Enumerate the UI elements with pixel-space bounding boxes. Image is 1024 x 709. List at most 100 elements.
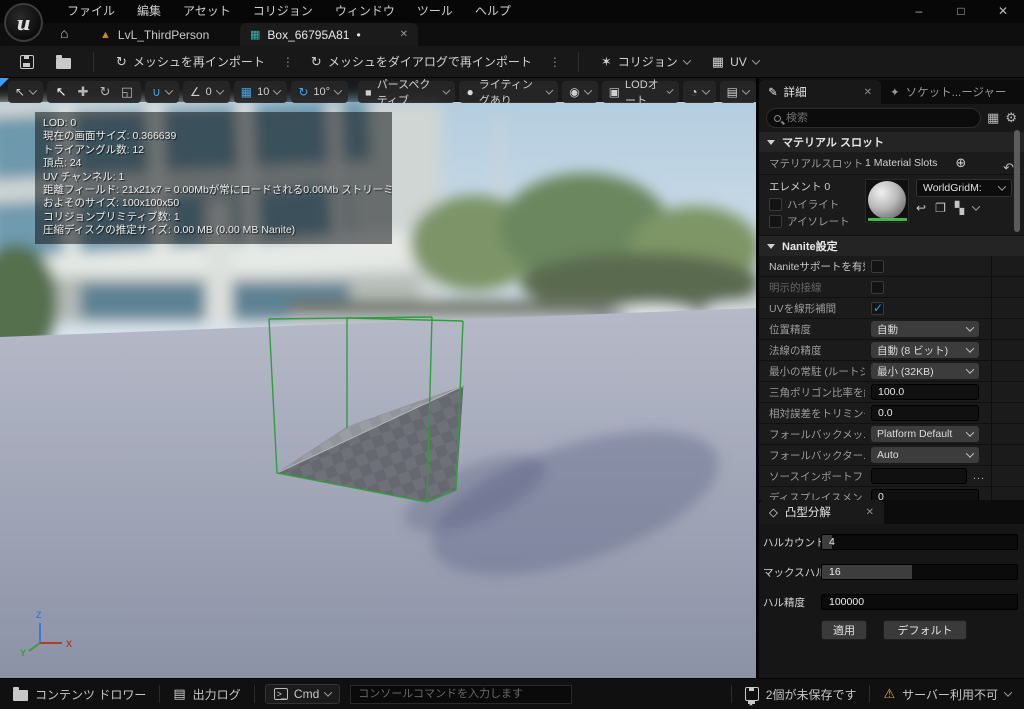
menu-edit[interactable]: 編集: [126, 0, 172, 23]
lod-button[interactable]: ▣ LODオート: [601, 79, 680, 107]
collision-menu-button[interactable]: ✶ コリジョン: [593, 49, 698, 74]
grid-snap-value: 10: [257, 86, 270, 98]
reimport-options-icon[interactable]: ⋮: [279, 55, 297, 69]
tab-close-icon[interactable]: ✕: [866, 507, 874, 518]
nanite-enabled-checkbox[interactable]: [871, 259, 884, 273]
unsaved-assets-button[interactable]: 2個が未保存です: [732, 679, 870, 709]
trim-relative-error-input[interactable]: 0.0: [871, 405, 979, 421]
cmd-label: Cmd: [293, 687, 320, 701]
material-thumbnail[interactable]: [865, 179, 909, 223]
lerp-uvs-checkbox[interactable]: [871, 301, 884, 315]
scale-tool-icon[interactable]: ◱: [117, 84, 137, 100]
performance-button[interactable]: ◔: [683, 81, 716, 103]
gear-icon[interactable]: ⚙: [1005, 110, 1017, 126]
grid-snap-button[interactable]: ▦ 10: [233, 81, 288, 103]
search-box[interactable]: [766, 108, 982, 128]
tab-convex-decomposition[interactable]: ◇ 凸型分解 ✕: [759, 500, 884, 524]
unreal-logo[interactable]: u: [4, 3, 43, 42]
menu-tools[interactable]: ツール: [406, 0, 464, 23]
display-filter-icon[interactable]: ▦: [987, 110, 999, 126]
reimport-mesh-button[interactable]: ↻ メッシュを再インポート: [108, 49, 273, 74]
browse-to-asset-icon[interactable]: ❐: [935, 201, 946, 215]
material-select-dropdown[interactable]: WorldGridM:: [916, 179, 1012, 197]
normal-precision-dropdown[interactable]: 自動 (8 ビット): [871, 342, 979, 358]
explicit-tangents-checkbox[interactable]: [871, 280, 884, 294]
search-input[interactable]: [786, 112, 974, 124]
default-button[interactable]: デフォルト: [883, 620, 967, 640]
tab-details[interactable]: ✎ 詳細 ✕: [759, 80, 881, 104]
isolate-checkbox[interactable]: [769, 215, 782, 228]
output-log-button[interactable]: ▤ 出力ログ: [160, 679, 253, 709]
reimport-dialog-label: メッシュをダイアログで再インポート: [327, 55, 532, 69]
browse-file-button[interactable]: ...: [973, 470, 985, 482]
scale-snap-button[interactable]: ∠ 0: [182, 81, 230, 103]
uv-menu-button[interactable]: ▦ UV: [704, 50, 767, 74]
menu-window[interactable]: ウィンドウ: [324, 0, 406, 23]
section-nanite[interactable]: Nanite設定: [759, 236, 1024, 256]
perspective-button[interactable]: ◼ パースペクティブ: [358, 79, 456, 107]
apply-button[interactable]: 適用: [821, 620, 867, 640]
select-mode-button[interactable]: ↖: [8, 81, 44, 103]
minimize-button[interactable]: –: [898, 0, 940, 23]
lod-icon: ▣: [608, 85, 621, 99]
fallback-mesh-dropdown[interactable]: Platform Default: [871, 426, 979, 442]
minimum-residency-dropdown[interactable]: 最小 (32KB): [871, 363, 979, 379]
menu-file[interactable]: ファイル: [56, 0, 126, 23]
tab-asset[interactable]: ▦ Box_66795A81 • ✕: [240, 23, 418, 46]
console-command-input[interactable]: [350, 684, 573, 704]
home-icon[interactable]: ⌂: [60, 25, 68, 41]
show-flags-button[interactable]: ◉: [562, 81, 598, 103]
menu-collision[interactable]: コリジョン: [242, 0, 324, 23]
lit-sphere-icon: ●: [466, 85, 474, 99]
hull-precision-input[interactable]: 100000: [821, 594, 1018, 610]
screenshot-button[interactable]: ▤: [719, 81, 756, 103]
tab-close-icon[interactable]: ✕: [864, 87, 872, 98]
content-drawer-label: コンテンツ ドロワー: [35, 687, 147, 702]
menu-help[interactable]: ヘルプ: [464, 0, 522, 23]
material-name: WorldGridM:: [923, 182, 982, 194]
close-button[interactable]: ✕: [982, 0, 1024, 23]
material-underline: [868, 218, 907, 221]
viewport[interactable]: Z X Y ↖ ↖ ✚ ↻ ◱ ∪ ∠ 0 ▦ 10 ↻ 10° ◼ パースペク…: [0, 78, 756, 678]
level-icon: ▲: [100, 28, 111, 41]
add-material-slot-icon[interactable]: ⊕: [955, 155, 966, 171]
menu-asset[interactable]: アセット: [172, 0, 242, 23]
highlight-checkbox[interactable]: [769, 198, 782, 211]
hull-count-value: 4: [829, 536, 835, 548]
surface-snap-button[interactable]: ∪: [145, 81, 179, 103]
max-hull-row: マックスハル(I 16: [759, 564, 1024, 580]
grid-snap-icon: ▦: [240, 85, 253, 99]
property-row: フォールバックター... Auto: [759, 445, 1024, 466]
maximize-button[interactable]: □: [940, 0, 982, 23]
section-material-slots[interactable]: マテリアル スロット: [759, 132, 1024, 152]
hull-count-slider[interactable]: 4: [821, 534, 1018, 550]
mesh-stats-overlay: LOD: 0 現在の画面サイズ: 0.366639 トライアングル数: 12 頂…: [35, 112, 392, 244]
keep-triangle-percent-input[interactable]: 100.0: [871, 384, 979, 400]
stat-line: 頂点: 24: [43, 157, 82, 170]
view-mode-button[interactable]: ● ライティングあり: [459, 79, 559, 107]
rotate-tool-icon[interactable]: ↻: [95, 84, 115, 100]
scale-snap-value: 0: [205, 86, 212, 98]
max-hull-slider[interactable]: 16: [821, 564, 1018, 580]
checker-dropdown-icon[interactable]: ▚: [955, 201, 964, 215]
details-scrollbar[interactable]: [1014, 130, 1020, 232]
move-tool-icon[interactable]: ✚: [73, 84, 93, 100]
browse-asset-button[interactable]: [48, 51, 79, 73]
use-selected-icon[interactable]: ↩: [916, 201, 926, 215]
details-body: マテリアル スロット マテリアルスロット 1 Material Slots ⊕ …: [759, 132, 1024, 508]
tab-close-icon[interactable]: ✕: [400, 29, 408, 40]
fallback-target-dropdown[interactable]: Auto: [871, 447, 979, 463]
reimport-dialog-button[interactable]: ↻ メッシュをダイアログで再インポート: [303, 49, 540, 74]
rotation-snap-button[interactable]: ↻ 10°: [291, 81, 349, 103]
content-drawer-button[interactable]: コンテンツ ドロワー: [0, 679, 159, 709]
reimport-dialog-options-icon[interactable]: ⋮: [546, 55, 564, 69]
server-status-button[interactable]: ⚠ サーバー利用不可: [870, 679, 1024, 709]
tab-level[interactable]: ▲ LvL_ThirdPerson: [92, 23, 217, 46]
select-tool-icon[interactable]: ↖: [51, 84, 71, 100]
position-precision-dropdown[interactable]: 自動: [871, 321, 979, 337]
cmd-dropdown[interactable]: >_ Cmd: [264, 684, 341, 704]
reset-to-default-icon[interactable]: ↶: [1003, 160, 1014, 176]
tab-socket-manager[interactable]: ✦ ソケット...ージャー: [881, 80, 1015, 104]
save-button[interactable]: [12, 51, 42, 73]
source-import-filename-input[interactable]: [871, 468, 967, 484]
